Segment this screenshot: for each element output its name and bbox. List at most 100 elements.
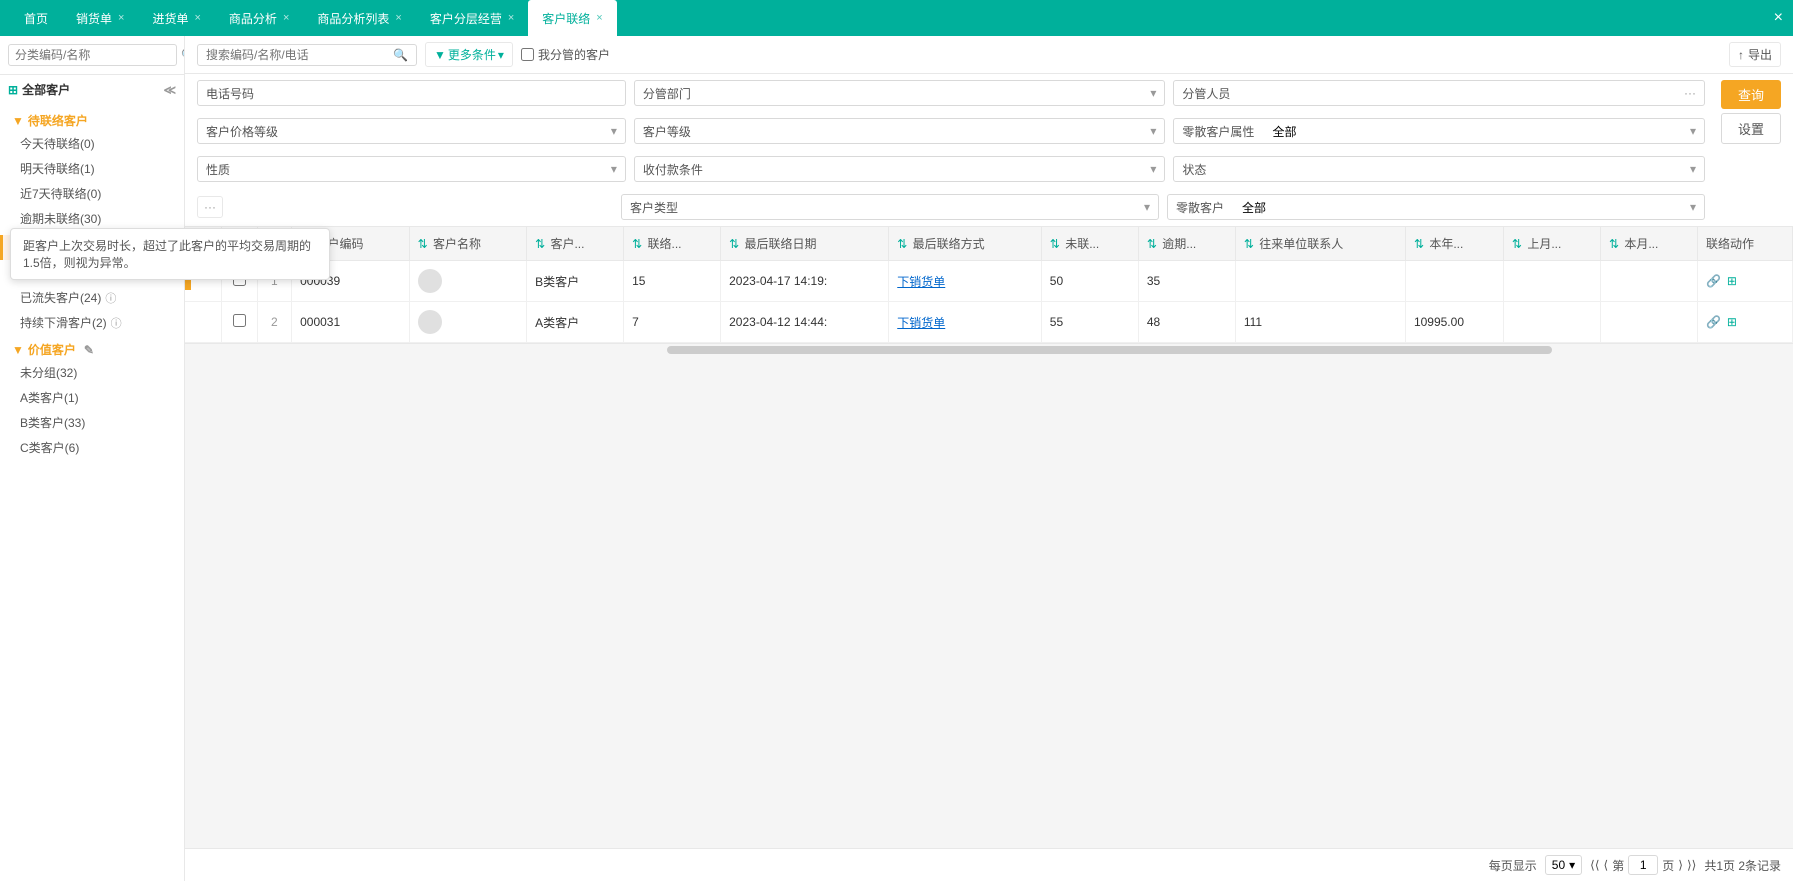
row1-more-icon[interactable]: ⊞ bbox=[1727, 274, 1737, 288]
close-window-button[interactable]: × bbox=[1774, 9, 1783, 27]
pending-section-title[interactable]: ▼ 待联络客户 bbox=[0, 108, 184, 131]
sidebar-all-customers[interactable]: ⊞ 全部客户 ≪ bbox=[0, 75, 184, 104]
edit-icon[interactable]: ✎ bbox=[84, 343, 94, 357]
collapse-icon[interactable]: ≪ bbox=[163, 83, 176, 97]
arrow-icon: ▼ bbox=[12, 343, 24, 357]
search-icon[interactable]: 🔍 bbox=[393, 48, 408, 62]
export-button[interactable]: ↑ 导出 bbox=[1729, 42, 1781, 67]
prev-page-button[interactable]: ⟨ bbox=[1604, 858, 1609, 872]
price-level-filter[interactable]: 客户价格等级 ▾ bbox=[197, 118, 626, 144]
close-icon[interactable]: × bbox=[283, 12, 289, 24]
gender-filter[interactable]: 性质 ▾ bbox=[197, 156, 626, 182]
pagination-nav: ⟨⟨ ⟨ 第 页 ⟩ ⟩⟩ bbox=[1590, 855, 1696, 875]
phone-filter[interactable]: 电话号码 bbox=[197, 80, 626, 106]
top-navigation: 首页 销货单 × 进货单 × 商品分析 × 商品分析列表 × 客户分层经营 × … bbox=[0, 0, 1793, 36]
payment-filter[interactable]: 收付款条件 ▾ bbox=[634, 156, 1166, 182]
level-filter[interactable]: 客户等级 ▾ bbox=[634, 118, 1166, 144]
table-header-last-contact-date[interactable]: ⇅ 最后联络日期 bbox=[721, 227, 889, 261]
my-customers-checkbox[interactable] bbox=[521, 48, 534, 61]
table-header-type[interactable]: ⇅ 客户... bbox=[527, 227, 624, 261]
retail-customer-filter[interactable]: 零散客户 全部 ▾ bbox=[1167, 194, 1705, 220]
filter-row-4: ··· 客户类型 ▾ 零散客户 全部 ▾ bbox=[197, 194, 1705, 220]
settings-button[interactable]: 设置 bbox=[1721, 113, 1781, 144]
row1-this-month bbox=[1600, 261, 1697, 302]
dept-filter[interactable]: 分管部门 ▾ bbox=[634, 80, 1166, 106]
horizontal-scrollbar-thumb[interactable] bbox=[667, 346, 1551, 354]
row2-this-month bbox=[1600, 302, 1697, 343]
row1-last-contact-date: 2023-04-17 14:19: bbox=[721, 261, 889, 302]
sidebar-item-ungroup[interactable]: 未分组(32) bbox=[0, 360, 184, 385]
sidebar-item-c-class[interactable]: C类客户(6) bbox=[0, 435, 184, 460]
table-header-actions: 联络动作 bbox=[1697, 227, 1792, 261]
close-icon[interactable]: × bbox=[395, 12, 401, 24]
nav-customer-segment[interactable]: 客户分层经营 × bbox=[416, 0, 528, 36]
sidebar-item-declining[interactable]: 持续下滑客户(2) ⓘ bbox=[0, 310, 184, 335]
row2-checkbox[interactable] bbox=[221, 302, 257, 343]
row2-settings bbox=[185, 302, 221, 343]
sidebar-item-b-class[interactable]: B类客户(33) bbox=[0, 410, 184, 435]
table-header-this-month[interactable]: ⇅ 本月... bbox=[1600, 227, 1697, 261]
per-page-select[interactable]: 50 ▾ bbox=[1545, 855, 1582, 875]
nav-purchase-order[interactable]: 进货单 × bbox=[138, 0, 214, 36]
table-header-unit-contact[interactable]: ⇅ 往来单位联系人 bbox=[1235, 227, 1405, 261]
row1-name bbox=[409, 261, 526, 302]
table-header-overdue[interactable]: ⇅ 逾期... bbox=[1138, 227, 1235, 261]
nav-product-analysis[interactable]: 商品分析 × bbox=[215, 0, 303, 36]
table-header-last-contact-method[interactable]: ⇅ 最后联络方式 bbox=[889, 227, 1042, 261]
sort-icon: ⇅ bbox=[535, 237, 545, 251]
row2-last-contact-date: 2023-04-12 14:44: bbox=[721, 302, 889, 343]
query-button[interactable]: 查询 bbox=[1721, 80, 1781, 109]
last-page-button[interactable]: ⟩⟩ bbox=[1687, 858, 1696, 872]
row2-more-icon[interactable]: ⊞ bbox=[1727, 315, 1737, 329]
chevron-down-icon: ▾ bbox=[1569, 858, 1575, 872]
close-icon[interactable]: × bbox=[596, 12, 602, 24]
close-icon[interactable]: × bbox=[508, 12, 514, 24]
sidebar-item-tomorrow[interactable]: 明天待联络(1) bbox=[0, 156, 184, 181]
nav-sales-order[interactable]: 销货单 × bbox=[62, 0, 138, 36]
filter-row-1: 电话号码 分管部门 ▾ 分管人员 ··· bbox=[197, 80, 1705, 106]
sort-icon: ⇅ bbox=[1147, 237, 1157, 251]
chevron-down-icon: ▾ bbox=[611, 124, 617, 138]
my-customers-checkbox-area[interactable]: 我分管的客户 bbox=[521, 46, 610, 63]
table-header-last-month[interactable]: ⇅ 上月... bbox=[1503, 227, 1600, 261]
more-conditions-button[interactable]: ▼ 更多条件 ▾ bbox=[425, 42, 513, 67]
nav-home[interactable]: 首页 bbox=[10, 0, 62, 36]
table-container: ⚙ # ⇅ 客户编码 ⇅ 客户名称 bbox=[185, 227, 1793, 848]
value-customers-section-title[interactable]: ▼ 价值客户 ✎ bbox=[0, 335, 184, 360]
next-page-button[interactable]: ⟩ bbox=[1678, 858, 1683, 872]
row1-last-contact-method[interactable]: 下销货单 bbox=[889, 261, 1042, 302]
customer-type-filter[interactable]: 客户类型 ▾ bbox=[621, 194, 1159, 220]
main-search-box: 🔍 bbox=[197, 44, 417, 66]
row2-contact: 7 bbox=[624, 302, 721, 343]
row1-unit-contact bbox=[1235, 261, 1405, 302]
more-filters-button[interactable]: ··· bbox=[197, 196, 223, 218]
nav-product-analysis-list[interactable]: 商品分析列表 × bbox=[303, 0, 415, 36]
nav-customer-contact[interactable]: 客户联络 × bbox=[528, 0, 616, 36]
sidebar-item-today[interactable]: 今天待联络(0) bbox=[0, 131, 184, 156]
row1-link-icon[interactable]: 🔗 bbox=[1706, 274, 1721, 288]
sort-icon: ⇅ bbox=[729, 237, 739, 251]
page-number-input[interactable] bbox=[1628, 855, 1658, 875]
more-icon[interactable]: ··· bbox=[1684, 86, 1696, 100]
row2-link-icon[interactable]: 🔗 bbox=[1706, 315, 1721, 329]
main-layout: 🔍 ⊞ 全部客户 ≪ ▼ 待联络客户 今天待联络(0) 明天待联络(1) bbox=[0, 36, 1793, 881]
main-search-input[interactable] bbox=[206, 48, 393, 62]
row2-last-contact-method[interactable]: 下销货单 bbox=[889, 302, 1042, 343]
sidebar-item-7days[interactable]: 近7天待联络(0) bbox=[0, 181, 184, 206]
table-header-not-contacted[interactable]: ⇅ 未联... bbox=[1041, 227, 1138, 261]
close-icon[interactable]: × bbox=[194, 12, 200, 24]
sidebar-item-churned[interactable]: 已流失客户(24) ⓘ bbox=[0, 285, 184, 310]
advanced-filters: 电话号码 分管部门 ▾ 分管人员 ··· bbox=[185, 74, 1793, 227]
sidebar-item-a-class[interactable]: A类客户(1) bbox=[0, 385, 184, 410]
status-filter[interactable]: 状态 ▾ bbox=[1173, 156, 1705, 182]
sidebar-search-input[interactable] bbox=[8, 44, 177, 66]
first-page-button[interactable]: ⟨⟨ bbox=[1590, 858, 1599, 872]
close-icon[interactable]: × bbox=[118, 12, 124, 24]
person-filter[interactable]: 分管人员 ··· bbox=[1173, 80, 1705, 106]
table-header-name[interactable]: ⇅ 客户名称 bbox=[409, 227, 526, 261]
table-header-this-year[interactable]: ⇅ 本年... bbox=[1405, 227, 1503, 261]
table-header-contact[interactable]: ⇅ 联络... bbox=[624, 227, 721, 261]
row2-select-checkbox[interactable] bbox=[233, 314, 246, 327]
retail-attr-filter[interactable]: 零散客户属性 全部 ▾ bbox=[1173, 118, 1705, 144]
horizontal-scrollbar[interactable] bbox=[185, 343, 1793, 355]
